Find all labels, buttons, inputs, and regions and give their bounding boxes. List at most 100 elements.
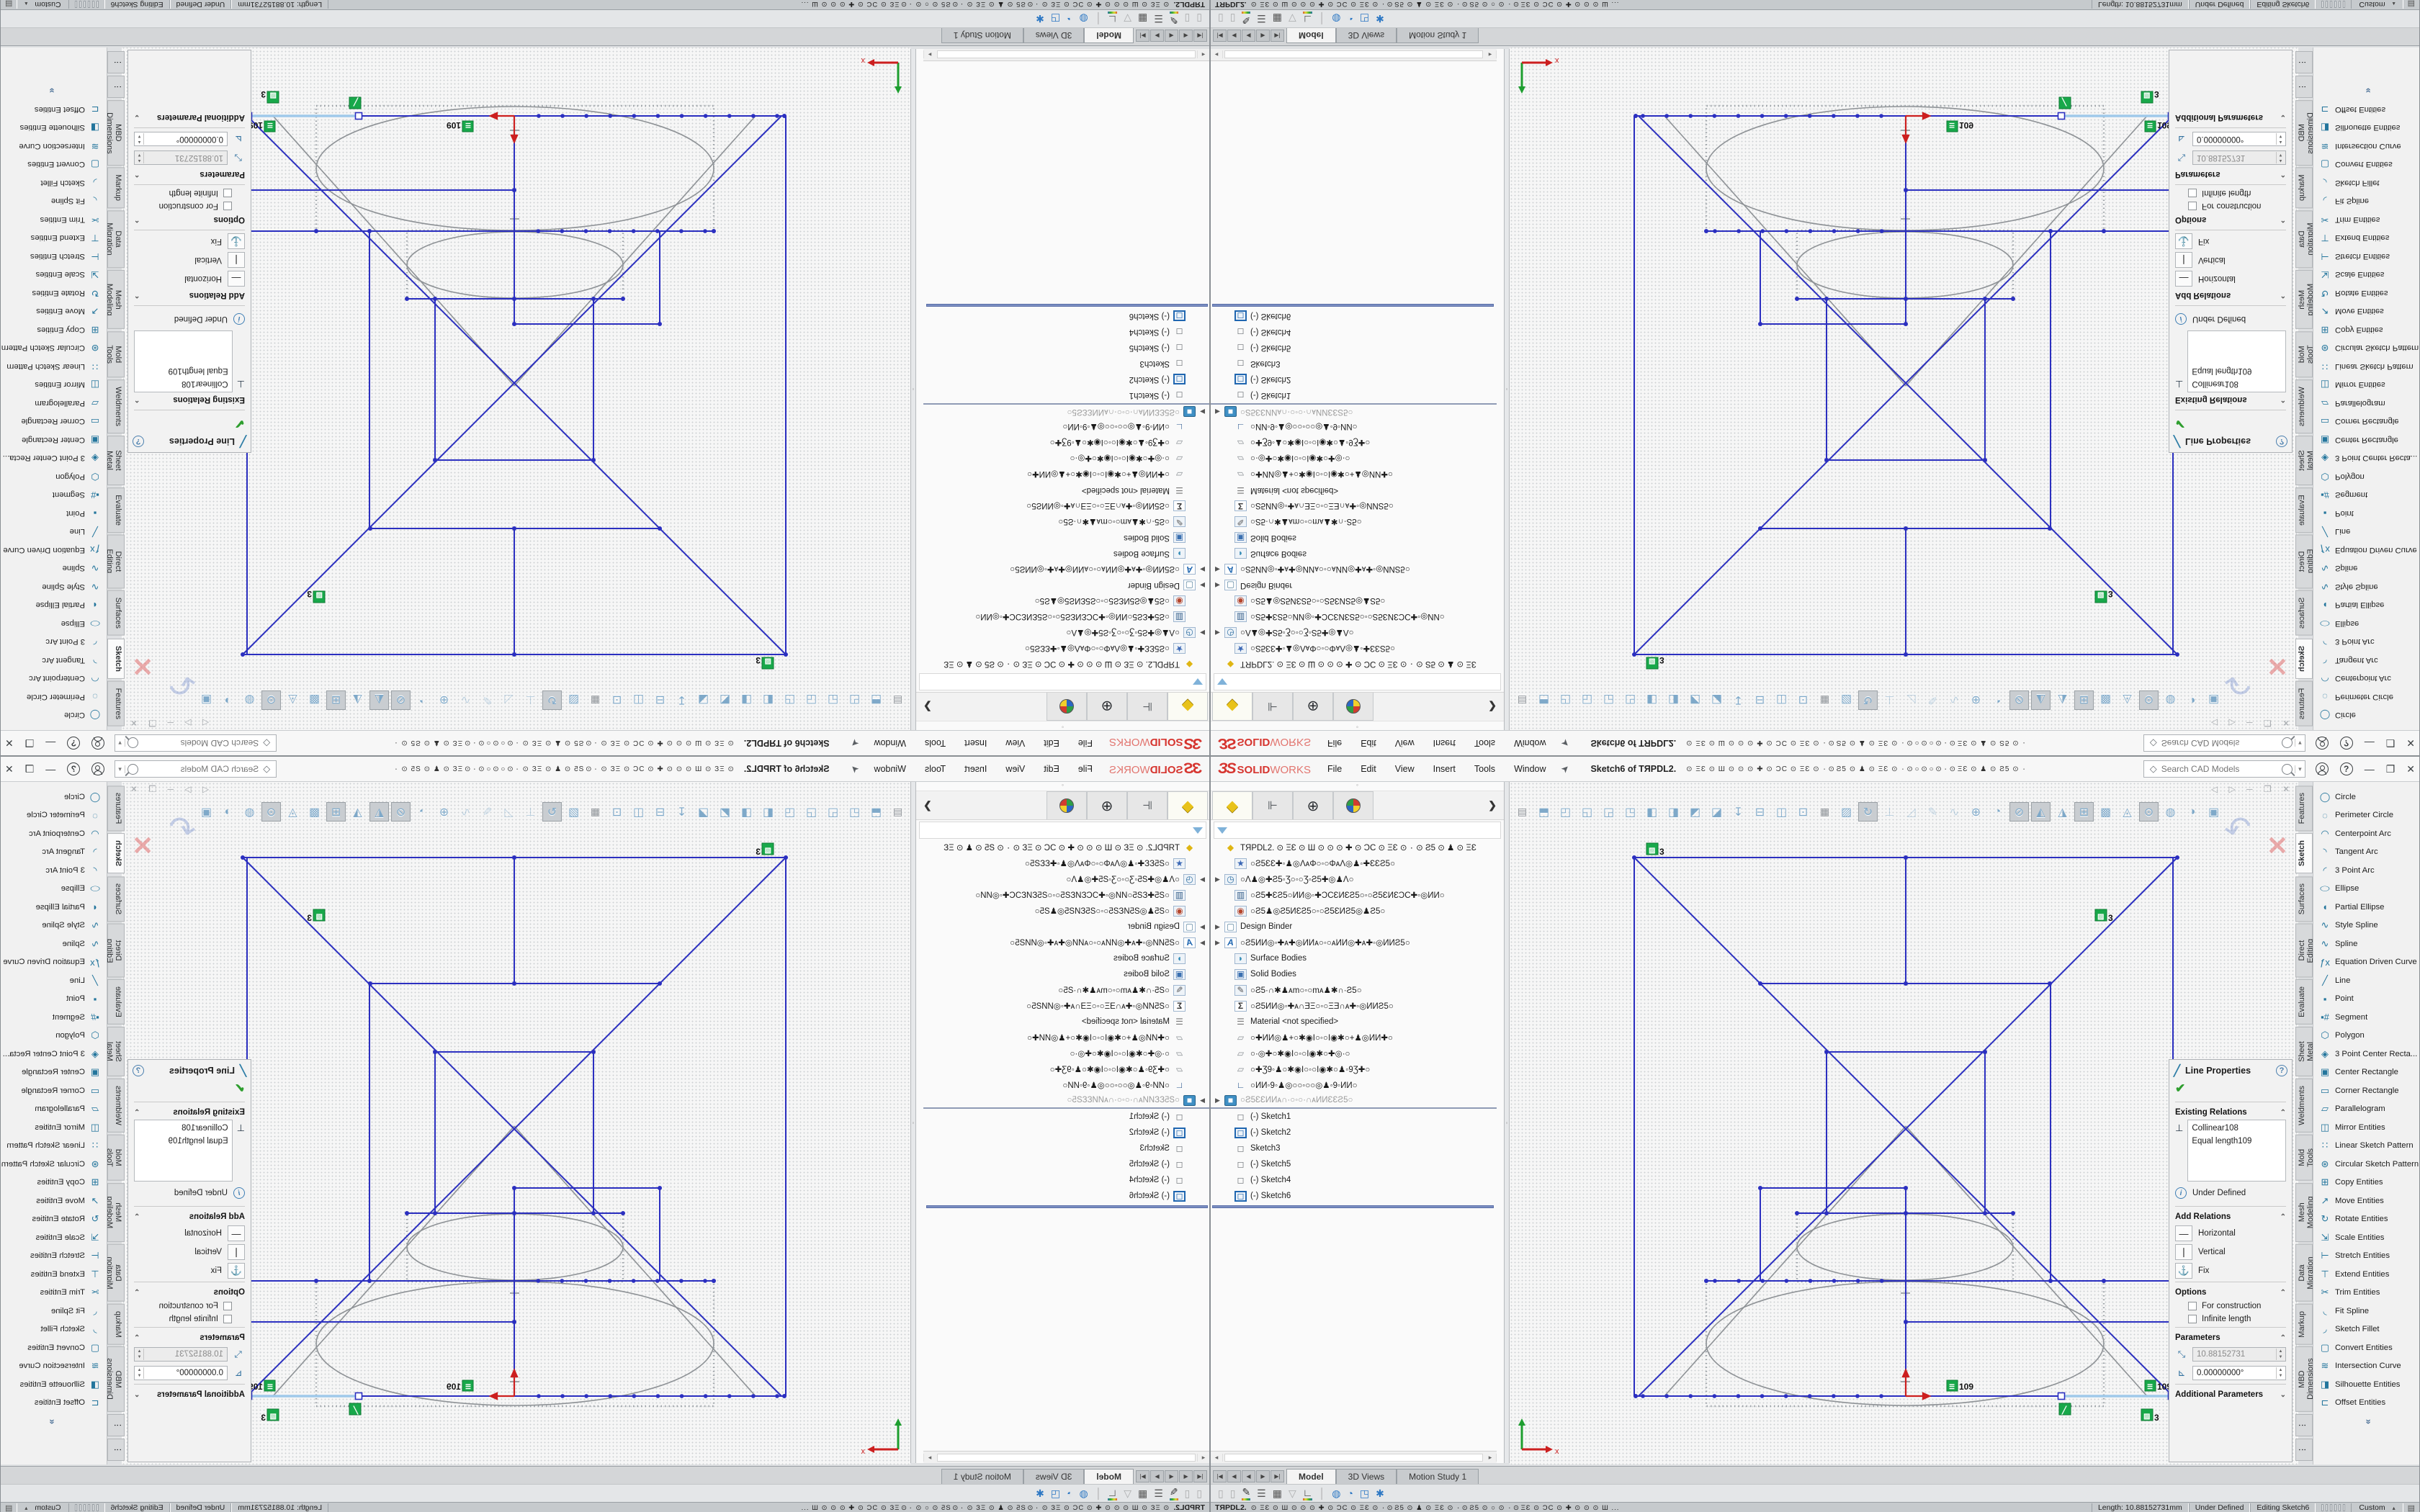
sketch-tool-item[interactable]: ◯ Circle bbox=[1, 706, 102, 725]
sketch-tool-item[interactable]: ∷ Linear Sketch Pattern bbox=[2318, 357, 2419, 376]
toolbar-icon[interactable]: ◿ bbox=[1901, 690, 1921, 710]
tab-nav-button[interactable]: |◀ bbox=[1193, 30, 1207, 42]
sketch-tool-item[interactable]: ▱ Parallelogram bbox=[1, 1100, 102, 1119]
tree-filter-box[interactable] bbox=[919, 822, 1206, 839]
checkbox[interactable] bbox=[223, 202, 232, 210]
ok-check-icon[interactable]: ✔ bbox=[128, 1081, 251, 1100]
toolbar-icon[interactable]: ⊙ bbox=[2139, 802, 2159, 822]
sketch-tool-item[interactable]: ↻ Rotate Entities bbox=[2318, 284, 2419, 302]
toolbar-icon[interactable]: ⊕ bbox=[434, 802, 454, 822]
toolbar-icon[interactable]: ◔ bbox=[413, 690, 432, 710]
document-window-controls-faded[interactable]: ◁ ▷ ─ ❐ ✕ bbox=[2211, 784, 2294, 794]
menu-item[interactable]: Edit bbox=[1351, 764, 1386, 774]
tree-row[interactable]: ◆ TЯPDL2. ⊙ ΞƐ ⊙ Ш ⊙ ⊙ ⊙ ✚ ⊙ ƆϹ ⊙ ΞƐ ⊙ ٠… bbox=[1211, 657, 1497, 672]
toolbar-icon[interactable]: ◍ bbox=[240, 802, 259, 822]
toolbar-icon[interactable]: ◲ bbox=[1599, 690, 1618, 710]
toolbar-icon[interactable]: ◱ bbox=[823, 802, 843, 822]
document-window-controls-faded[interactable]: ◁ ▷ ─ ❐ ✕ bbox=[126, 784, 209, 794]
commandmanager-tab[interactable]: Features bbox=[2295, 786, 2313, 831]
option-row[interactable]: For construction bbox=[2169, 199, 2292, 212]
tree-row[interactable]: ☰ Material <not specified> bbox=[923, 1014, 1209, 1030]
commandmanager-tab[interactable]: Markup bbox=[107, 168, 125, 209]
toolbar-icon[interactable]: ⊕ bbox=[434, 690, 454, 710]
toolbar-icon[interactable]: ◭ bbox=[2031, 690, 2051, 710]
more-tools-chevron-icon[interactable]: » bbox=[2363, 84, 2374, 98]
checkbox[interactable] bbox=[2188, 202, 2197, 210]
scroll-right-icon[interactable]: ▸ bbox=[1484, 51, 1497, 59]
toolbar-icon[interactable]: ◍ bbox=[240, 690, 259, 710]
existing-relations-section[interactable]: Existing Relations⌃ bbox=[2169, 1104, 2292, 1120]
tree-row[interactable]: ☰ Material <not specified> bbox=[1211, 1014, 1497, 1030]
toolbar-icon[interactable]: ◿ bbox=[499, 802, 519, 822]
add-relations-section[interactable]: Add Relations⌃ bbox=[128, 288, 251, 304]
sketch-tool-item[interactable]: ∿ Spline bbox=[2318, 559, 2419, 578]
lowbar-icon[interactable]: ◳ bbox=[1360, 13, 1369, 25]
scroll-left-icon[interactable]: ◂ bbox=[1197, 51, 1209, 59]
additional-parameters-section[interactable]: Additional Parameters⌄ bbox=[2169, 110, 2292, 126]
commandmanager-tab[interactable]: MBD Dimensions bbox=[107, 1346, 125, 1412]
toolbar-icon[interactable]: ◭ bbox=[369, 802, 389, 822]
search-icon[interactable] bbox=[127, 738, 138, 749]
tree-row[interactable]: ▶ ▢ Design Binder bbox=[923, 919, 1209, 935]
toolbar-icon[interactable]: ⊕ bbox=[1966, 690, 1986, 710]
options-section[interactable]: Options⌃ bbox=[2169, 212, 2292, 228]
lowbar-icon[interactable]: ▽ bbox=[1289, 13, 1296, 25]
ok-check-icon[interactable]: ✔ bbox=[2169, 412, 2292, 431]
document-tab[interactable]: Motion Study 1 bbox=[1397, 1469, 1479, 1484]
minimize-button[interactable]: — bbox=[2365, 737, 2375, 749]
sketch-tool-item[interactable]: ◞ Sketch Fillet bbox=[2318, 1320, 2419, 1339]
menu-item[interactable]: Insert bbox=[1424, 764, 1465, 774]
sketch-tool-item[interactable]: ◈ 3 Point Center Recta... bbox=[2318, 1045, 2419, 1063]
checkbox[interactable] bbox=[2188, 189, 2197, 197]
search-dropdown-icon[interactable]: ▾ bbox=[2295, 739, 2302, 747]
tree-row[interactable]: ▶ A ○Ƨ5ИИ◎◦✚ᴀ✚◎ИИᴀ○◦○ᴀИИ◎✚ᴀ✚◦◎ИИƧ5○ bbox=[1211, 562, 1497, 577]
tree-row[interactable]: ▱ ○✚Ʒ9◦♟○✱◉Ι○◦○Ι◉✱○♟◦9Ʒ✚○ bbox=[1211, 1061, 1497, 1077]
sketch-tool-item[interactable]: ✂ Trim Entities bbox=[1, 210, 102, 229]
sketch-tool-item[interactable]: ∿ Spline bbox=[1, 935, 102, 953]
sketch-tool-item[interactable]: ╱ Line bbox=[1, 523, 102, 541]
sketch-tool-item[interactable]: ◜ 3 Point Arc bbox=[2318, 633, 2419, 652]
toolbar-icon[interactable]: ◩ bbox=[715, 690, 735, 710]
sketch-tool-item[interactable]: ◖ Partial Ellipse bbox=[2318, 596, 2419, 615]
tree-row[interactable]: ◉ ○Ƨ5♟◎Ƨ5ИƐƧ5○◦○Ƨ5ƐИƧ5◎♟Ƨ5○ bbox=[1211, 903, 1497, 919]
panel-splitter[interactable]: ◦ bbox=[910, 49, 915, 730]
tree-row[interactable]: ▣ Solid Bodies bbox=[923, 530, 1209, 546]
lowbar-icon[interactable]: ✎ bbox=[1170, 1486, 1178, 1500]
sketch-tool-item[interactable]: ⬡ Polygon bbox=[1, 1027, 102, 1045]
commandmanager-tab[interactable]: Mesh Modeling bbox=[107, 270, 125, 329]
existing-relations-section[interactable]: Existing Relations⌃ bbox=[128, 392, 251, 408]
pin-icon[interactable]: ➤ bbox=[848, 736, 862, 750]
commandmanager-tab[interactable]: ⋮ bbox=[2295, 51, 2313, 73]
search-box[interactable]: ◇ ▾ bbox=[115, 734, 277, 752]
relation-button-icon[interactable]: ❘ bbox=[228, 1244, 245, 1260]
menu-item[interactable]: Tools bbox=[1465, 738, 1505, 748]
tree-row[interactable]: ▥ ○Ƨ5✚ƐƧ5○ИИ◎◦✚ƆϹƐИƐƧ5○◦○Ƨ5ƐИƐƆϹ✚◦◎ИИ○ bbox=[1211, 609, 1497, 625]
units-dropdown[interactable]: Custom▴ bbox=[2351, 0, 2403, 9]
length-field[interactable]: 10.88152731▲▼ bbox=[134, 150, 228, 165]
lowbar-icon[interactable]: ◳ bbox=[1051, 1488, 1060, 1500]
commandmanager-tab[interactable]: Data Migration bbox=[107, 211, 125, 269]
commandmanager-tab[interactable]: Markup bbox=[2295, 168, 2313, 209]
toolbar-icon[interactable]: ↻ bbox=[1858, 690, 1878, 710]
commandmanager-tab[interactable]: Sheet Metal bbox=[107, 436, 125, 485]
commandmanager-tab[interactable]: ⋮ bbox=[107, 1439, 125, 1461]
relation-button-icon[interactable]: ⚓ bbox=[2175, 1263, 2192, 1279]
close-button[interactable]: ✕ bbox=[5, 737, 14, 750]
toolbar-icon[interactable]: ◳ bbox=[780, 802, 799, 822]
add-relation-button[interactable]: ❘ Vertical bbox=[128, 251, 251, 269]
tree-row[interactable]: ◻ Sketch3 bbox=[923, 1140, 1209, 1156]
tree-row[interactable]: ▶ ▢ Design Binder bbox=[1211, 577, 1497, 593]
tab-propertymanager[interactable]: ⊩ bbox=[1252, 791, 1293, 819]
toolbar-icon[interactable]: ⊟ bbox=[1750, 690, 1770, 710]
commandmanager-tab[interactable]: Direct Editing bbox=[2295, 535, 2313, 589]
lowbar-icon[interactable]: ▦ bbox=[1273, 1488, 1282, 1500]
search-icon[interactable] bbox=[127, 764, 138, 775]
lowbar-icon[interactable]: ▯ bbox=[1196, 13, 1202, 25]
confirmation-corner-arrow-icon[interactable]: ↶ bbox=[164, 807, 200, 851]
commandmanager-tab[interactable]: Mesh Modeling bbox=[2295, 270, 2313, 329]
sketch-tool-item[interactable]: ◨ Silhouette Entities bbox=[1, 119, 102, 138]
toolbar-icon[interactable]: ▣ bbox=[197, 690, 216, 710]
checkbox[interactable] bbox=[223, 1315, 232, 1323]
sketch-tool-item[interactable]: ⊏ Offset Entities bbox=[2318, 1394, 2419, 1413]
document-tab[interactable]: Model bbox=[1286, 1469, 1336, 1484]
